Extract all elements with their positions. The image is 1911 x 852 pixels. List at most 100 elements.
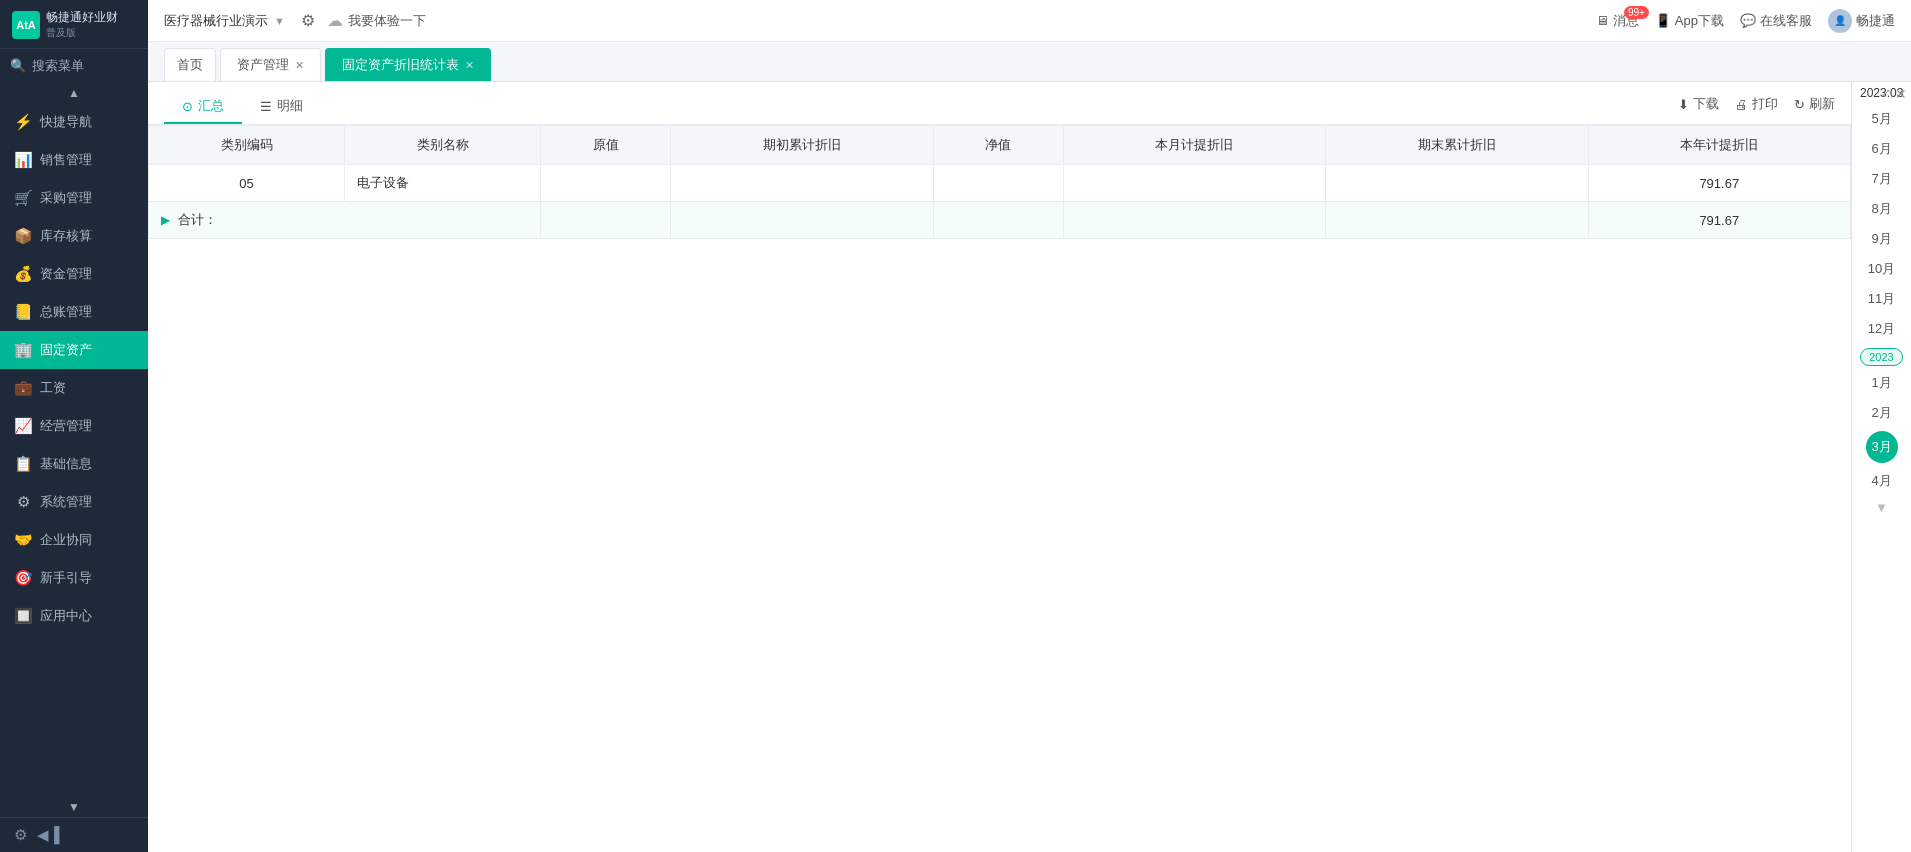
nav-scroll-down[interactable]: ▼: [0, 797, 148, 817]
sidebar-item-system[interactable]: ⚙ 系统管理: [0, 483, 148, 521]
refresh-label: 刷新: [1809, 95, 1835, 113]
refresh-icon: ↻: [1794, 97, 1805, 112]
month-1[interactable]: 1月: [1852, 368, 1911, 398]
month-8[interactable]: 8月: [1852, 194, 1911, 224]
company-name: 医疗器械行业演示: [164, 12, 268, 30]
subtab-actions: ⬇ 下载 🖨 打印 ↻ 刷新: [1678, 95, 1835, 119]
expand-icon[interactable]: ⤢: [1881, 86, 1891, 100]
summary-accum-begin: [671, 202, 933, 239]
month-9[interactable]: 9月: [1852, 224, 1911, 254]
experience-btn[interactable]: ☁ 我要体验一下: [327, 11, 426, 30]
guide-icon: 🎯: [14, 569, 32, 587]
tabbar: 首页 资产管理 ✕ 固定资产折旧统计表 ✕: [148, 42, 1911, 82]
month-4[interactable]: 4月: [1852, 466, 1911, 496]
fixed-assets-icon: 🏢: [14, 341, 32, 359]
month-7[interactable]: 7月: [1852, 164, 1911, 194]
col-name: 类别名称: [345, 126, 541, 165]
sidebar-item-ledger[interactable]: 📒 总账管理: [0, 293, 148, 331]
col-code: 类别编码: [149, 126, 345, 165]
purchase-icon: 🛒: [14, 189, 32, 207]
sidebar-nav: ⚡ 快捷导航 📊 销售管理 🛒 采购管理 📦 库存核算 💰 资金管理 📒 总账管…: [0, 103, 148, 797]
month-3-active[interactable]: 3月: [1866, 431, 1898, 463]
download-icon: ⬇: [1678, 97, 1689, 112]
user-profile-btn[interactable]: 👤 畅捷通: [1828, 9, 1895, 33]
depreciation-table: 类别编码 类别名称 原值 期初累计折旧 净值 本月计提折旧 期末累计折旧 本年计…: [148, 125, 1851, 239]
date-scroll-down-icon[interactable]: ▼: [1852, 496, 1911, 519]
sidebar-item-fixed-assets[interactable]: 🏢 固定资产: [0, 331, 148, 369]
sidebar-label-salary: 工资: [40, 379, 66, 397]
sidebar-item-sales[interactable]: 📊 销售管理: [0, 141, 148, 179]
table-row: 05 电子设备 791.67: [149, 165, 1851, 202]
summary-month-depr: [1063, 202, 1325, 239]
tab-home[interactable]: 首页: [164, 48, 216, 81]
sidebar-label-fixed-assets: 固定资产: [40, 341, 92, 359]
month-2[interactable]: 2月: [1852, 398, 1911, 428]
month-11[interactable]: 11月: [1852, 284, 1911, 314]
download-btn[interactable]: ⬇ 下载: [1678, 95, 1719, 113]
collapse-icon[interactable]: ◀▐: [37, 826, 60, 844]
month-10[interactable]: 10月: [1852, 254, 1911, 284]
messages-btn[interactable]: 🖥 消息 99+: [1596, 12, 1639, 30]
search-menu[interactable]: 🔍 搜索菜单: [0, 49, 148, 83]
summary-icon: ▶: [161, 213, 170, 227]
tab-depreciation[interactable]: 固定资产折旧统计表 ✕: [325, 48, 491, 81]
online-service-btn[interactable]: 💬 在线客服: [1740, 12, 1812, 30]
download-label: 下载: [1693, 95, 1719, 113]
settings-gear-icon[interactable]: ⚙: [301, 11, 315, 30]
funds-icon: 💰: [14, 265, 32, 283]
date-panel: ⤢ ✕ 2023.03 5月 6月 7月 8月 9月 10月 11月 12月 2…: [1851, 82, 1911, 852]
col-accum-end: 期末累计折旧: [1326, 126, 1588, 165]
app-download-icon: 📱: [1655, 13, 1671, 28]
tab-close-asset-mgmt[interactable]: ✕: [295, 59, 304, 72]
sidebar-item-guide[interactable]: 🎯 新手引导: [0, 559, 148, 597]
company-selector[interactable]: 医疗器械行业演示 ▼: [164, 12, 285, 30]
print-label: 打印: [1752, 95, 1778, 113]
avatar: 👤: [1828, 9, 1852, 33]
sidebar-item-funds[interactable]: 💰 资金管理: [0, 255, 148, 293]
month-6[interactable]: 6月: [1852, 134, 1911, 164]
subtab-summary[interactable]: ⊙ 汇总: [164, 90, 242, 124]
sidebar-label-quick-nav: 快捷导航: [40, 113, 92, 131]
year-2023-badge[interactable]: 2023: [1860, 348, 1902, 366]
sidebar-item-salary[interactable]: 💼 工资: [0, 369, 148, 407]
sidebar-label-apps: 应用中心: [40, 607, 92, 625]
summary-original: [541, 202, 671, 239]
subtab-detail-label: 明细: [277, 97, 303, 115]
app-download-btn[interactable]: 📱 App下载: [1655, 12, 1724, 30]
logo-subtitle: 普及版: [46, 26, 118, 40]
month-5[interactable]: 5月: [1852, 104, 1911, 134]
subtab-detail[interactable]: ☰ 明细: [242, 90, 321, 124]
collab-icon: 🤝: [14, 531, 32, 549]
logo-title: 畅捷通好业财: [46, 10, 118, 26]
settings-icon[interactable]: ⚙: [14, 826, 27, 844]
topbar: 医疗器械行业演示 ▼ ⚙ ☁ 我要体验一下 🖥 消息 99+ 📱 App下载 💬…: [148, 0, 1911, 42]
refresh-btn[interactable]: ↻ 刷新: [1794, 95, 1835, 113]
sidebar-item-operations[interactable]: 📈 经营管理: [0, 407, 148, 445]
tab-depreciation-label: 固定资产折旧统计表: [342, 56, 459, 74]
apps-icon: 🔲: [14, 607, 32, 625]
salary-icon: 💼: [14, 379, 32, 397]
sidebar-label-ledger: 总账管理: [40, 303, 92, 321]
topbar-right: 🖥 消息 99+ 📱 App下载 💬 在线客服 👤 畅捷通: [1596, 9, 1895, 33]
print-btn[interactable]: 🖨 打印: [1735, 95, 1778, 113]
sidebar-item-purchase[interactable]: 🛒 采购管理: [0, 179, 148, 217]
sidebar-item-inventory[interactable]: 📦 库存核算: [0, 217, 148, 255]
service-icon: 💬: [1740, 13, 1756, 28]
sidebar-item-apps[interactable]: 🔲 应用中心: [0, 597, 148, 635]
col-net: 净值: [933, 126, 1063, 165]
close-date-panel-icon[interactable]: ✕: [1895, 86, 1907, 102]
sidebar-item-basics[interactable]: 📋 基础信息: [0, 445, 148, 483]
tab-asset-mgmt[interactable]: 资产管理 ✕: [220, 48, 321, 81]
tab-close-depreciation[interactable]: ✕: [465, 59, 474, 72]
sidebar-logo: AtA 畅捷通好业财 普及版: [0, 0, 148, 49]
sidebar-item-collab[interactable]: 🤝 企业协同: [0, 521, 148, 559]
nav-scroll-up[interactable]: ▲: [0, 83, 148, 103]
sidebar-item-quick-nav[interactable]: ⚡ 快捷导航: [0, 103, 148, 141]
sidebar-label-funds: 资金管理: [40, 265, 92, 283]
row-code: 05: [149, 165, 345, 202]
sidebar-label-operations: 经营管理: [40, 417, 92, 435]
quick-nav-icon: ⚡: [14, 113, 32, 131]
message-icon: 🖥: [1596, 13, 1609, 28]
logo-text-block: 畅捷通好业财 普及版: [46, 10, 118, 40]
month-12[interactable]: 12月: [1852, 314, 1911, 344]
